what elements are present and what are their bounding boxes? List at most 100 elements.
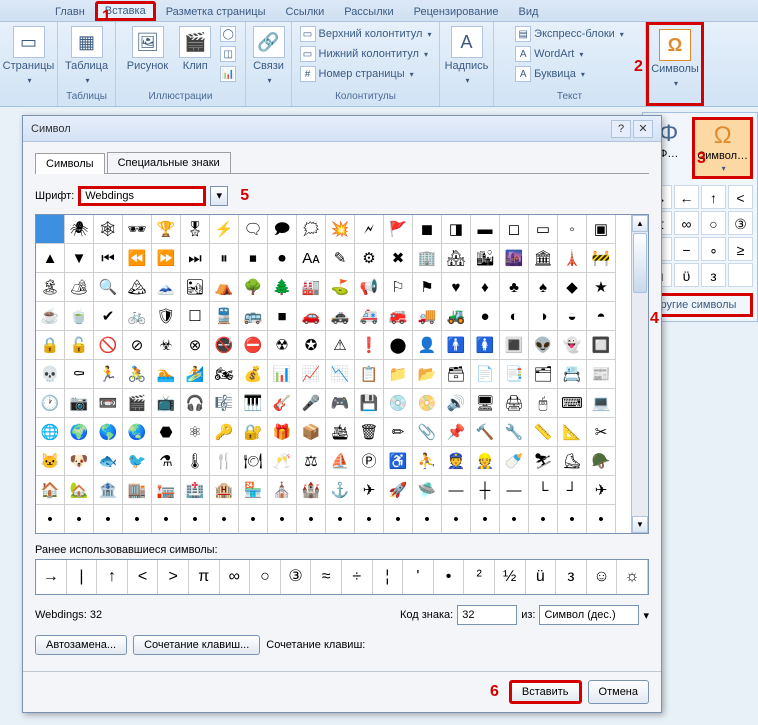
symbol-cell[interactable]: 🚩 bbox=[384, 215, 413, 244]
symbol-cell[interactable]: ▣ bbox=[587, 215, 616, 244]
symbol-cell[interactable]: 🏍 bbox=[210, 360, 239, 389]
symbol-cell[interactable]: • bbox=[210, 505, 239, 534]
sym-cell[interactable]: ∞ bbox=[674, 211, 699, 235]
symbol-cell[interactable]: 🏘 bbox=[442, 244, 471, 273]
sym-cell[interactable]: < bbox=[728, 185, 753, 209]
symbol-cell[interactable]: 🎬 bbox=[123, 389, 152, 418]
symbol-cell[interactable]: 🚧 bbox=[587, 244, 616, 273]
recent-cell[interactable]: ÷ bbox=[342, 560, 373, 594]
symbol-cell[interactable]: 🗩 bbox=[268, 215, 297, 244]
symbol-cell[interactable]: 🏄 bbox=[181, 360, 210, 389]
symbol-cell[interactable]: ⏮ bbox=[94, 244, 123, 273]
symbol-cell[interactable]: 🍴 bbox=[210, 447, 239, 476]
symbol-cell[interactable]: 🗼 bbox=[558, 244, 587, 273]
symbol-cell[interactable]: 🛳 bbox=[326, 418, 355, 447]
symbol-cell[interactable]: 🎮 bbox=[326, 389, 355, 418]
symbol-cell[interactable]: ⏭ bbox=[181, 244, 210, 273]
symbol-cell[interactable]: 📏 bbox=[529, 418, 558, 447]
symbol-cell[interactable]: Aᴀ bbox=[297, 244, 326, 273]
symbol-cell[interactable]: ⚠ bbox=[326, 331, 355, 360]
symbol-cell[interactable]: ⊘ bbox=[123, 331, 152, 360]
symbol-cell[interactable]: • bbox=[587, 505, 616, 534]
recent-cell[interactable]: π bbox=[189, 560, 220, 594]
from-dropdown[interactable]: ▾ bbox=[643, 609, 649, 622]
smartart-button[interactable]: ◫ bbox=[218, 44, 238, 64]
symbol-cell[interactable]: 🐦 bbox=[123, 447, 152, 476]
symbol-cell[interactable]: 🚴 bbox=[123, 360, 152, 389]
sym-cell[interactable]: з bbox=[701, 263, 726, 287]
more-symbols-button[interactable]: Другие символы bbox=[647, 293, 753, 317]
symbol-cell[interactable]: 🚺 bbox=[471, 331, 500, 360]
symbol-cell[interactable]: ⊗ bbox=[181, 331, 210, 360]
symbol-cell[interactable]: ✔ bbox=[94, 302, 123, 331]
font-dropdown[interactable]: ▾ bbox=[210, 186, 228, 206]
close-button[interactable]: ✕ bbox=[633, 120, 653, 138]
symbol-cell[interactable]: ◻ bbox=[500, 215, 529, 244]
symbol-cell[interactable]: • bbox=[558, 505, 587, 534]
symbol-cell[interactable]: ☐ bbox=[181, 302, 210, 331]
shortcut-button[interactable]: Сочетание клавиш... bbox=[133, 635, 260, 655]
sym-cell[interactable]: − bbox=[674, 237, 699, 261]
recent-cell[interactable]: > bbox=[158, 560, 189, 594]
scrollbar[interactable]: ▲ ▼ bbox=[631, 215, 648, 533]
symbol-cell[interactable]: 🏊 bbox=[152, 360, 181, 389]
symbol-cell[interactable]: ⚛ bbox=[181, 418, 210, 447]
symbol-cell[interactable]: 🏃 bbox=[94, 360, 123, 389]
symbol-cell[interactable]: ◑ bbox=[529, 302, 558, 331]
symbol-cell[interactable]: 👮 bbox=[442, 447, 471, 476]
symbol-cell[interactable]: 🎸 bbox=[268, 389, 297, 418]
symbol-cell[interactable]: ◒ bbox=[558, 302, 587, 331]
symbol-cell[interactable]: 🚲 bbox=[123, 302, 152, 331]
recent-cell[interactable]: ü bbox=[526, 560, 557, 594]
symbol-cell[interactable]: • bbox=[326, 505, 355, 534]
chart-button[interactable]: 📊 bbox=[218, 64, 238, 84]
sym-cell[interactable]: ↑ bbox=[701, 185, 726, 209]
symbol-cell[interactable]: ⏸ bbox=[210, 244, 239, 273]
symbol-cell[interactable]: 🗃 bbox=[442, 360, 471, 389]
symbol-cell[interactable]: 📷 bbox=[65, 389, 94, 418]
symbol-cell[interactable]: ▼ bbox=[65, 244, 94, 273]
symbol-cell[interactable]: • bbox=[123, 505, 152, 534]
symbol-cell[interactable]: 🎖 bbox=[181, 215, 210, 244]
tab-symbols[interactable]: Символы bbox=[35, 153, 105, 174]
symbol-cell[interactable]: 👤 bbox=[413, 331, 442, 360]
symbol-cell[interactable]: 🏬 bbox=[123, 476, 152, 505]
symbol-cell[interactable]: 🏕 bbox=[65, 273, 94, 302]
scroll-down[interactable]: ▼ bbox=[632, 516, 648, 533]
symbol-cell[interactable]: 📺 bbox=[152, 389, 181, 418]
symbol-cell[interactable]: 🔊 bbox=[442, 389, 471, 418]
recent-cell[interactable]: ' bbox=[403, 560, 434, 594]
symbol-cell[interactable]: 🏰 bbox=[297, 476, 326, 505]
symbol-cell[interactable]: 🌐 bbox=[36, 418, 65, 447]
symbol-cell[interactable]: 🏥 bbox=[181, 476, 210, 505]
symbol-cell[interactable]: 🚜 bbox=[442, 302, 471, 331]
symbol-cell[interactable]: • bbox=[94, 505, 123, 534]
recent-cell[interactable]: ¦ bbox=[373, 560, 404, 594]
symbol-cell[interactable]: ⚖ bbox=[297, 447, 326, 476]
symbol-cell[interactable]: ┼ bbox=[471, 476, 500, 505]
symbol-cell[interactable]: └ bbox=[529, 476, 558, 505]
symbol-cell[interactable]: 🔲 bbox=[587, 331, 616, 360]
symbol-cell[interactable]: 🚌 bbox=[239, 302, 268, 331]
symbol-cell[interactable]: ⚑ bbox=[413, 273, 442, 302]
symbol-cell[interactable]: 🏝 bbox=[36, 273, 65, 302]
symbol-cell[interactable]: 🔑 bbox=[210, 418, 239, 447]
symbol-cell[interactable]: ▬ bbox=[471, 215, 500, 244]
symbol-cell[interactable]: ⛷ bbox=[529, 447, 558, 476]
sym-cell[interactable]: ∘ bbox=[701, 237, 726, 261]
tab-home[interactable]: Главн bbox=[45, 3, 95, 21]
symbol-cell[interactable]: 👽 bbox=[529, 331, 558, 360]
symbol-cell[interactable]: 📁 bbox=[384, 360, 413, 389]
symbol-cell[interactable]: ⛹ bbox=[413, 447, 442, 476]
symbol-cell[interactable]: ⚓ bbox=[326, 476, 355, 505]
symbol-cell[interactable]: • bbox=[355, 505, 384, 534]
sym-cell[interactable]: ○ bbox=[701, 211, 726, 235]
scroll-thumb[interactable] bbox=[633, 233, 647, 293]
symbol-cell[interactable]: 🗑 bbox=[355, 418, 384, 447]
symbol-cell[interactable] bbox=[36, 215, 65, 244]
symbol-cell[interactable]: 📉 bbox=[326, 360, 355, 389]
recent-cell[interactable]: • bbox=[434, 560, 465, 594]
symbol-cell[interactable]: 📦 bbox=[297, 418, 326, 447]
symbol-cell[interactable]: ✖ bbox=[384, 244, 413, 273]
symbol-cell[interactable]: 🌆 bbox=[500, 244, 529, 273]
